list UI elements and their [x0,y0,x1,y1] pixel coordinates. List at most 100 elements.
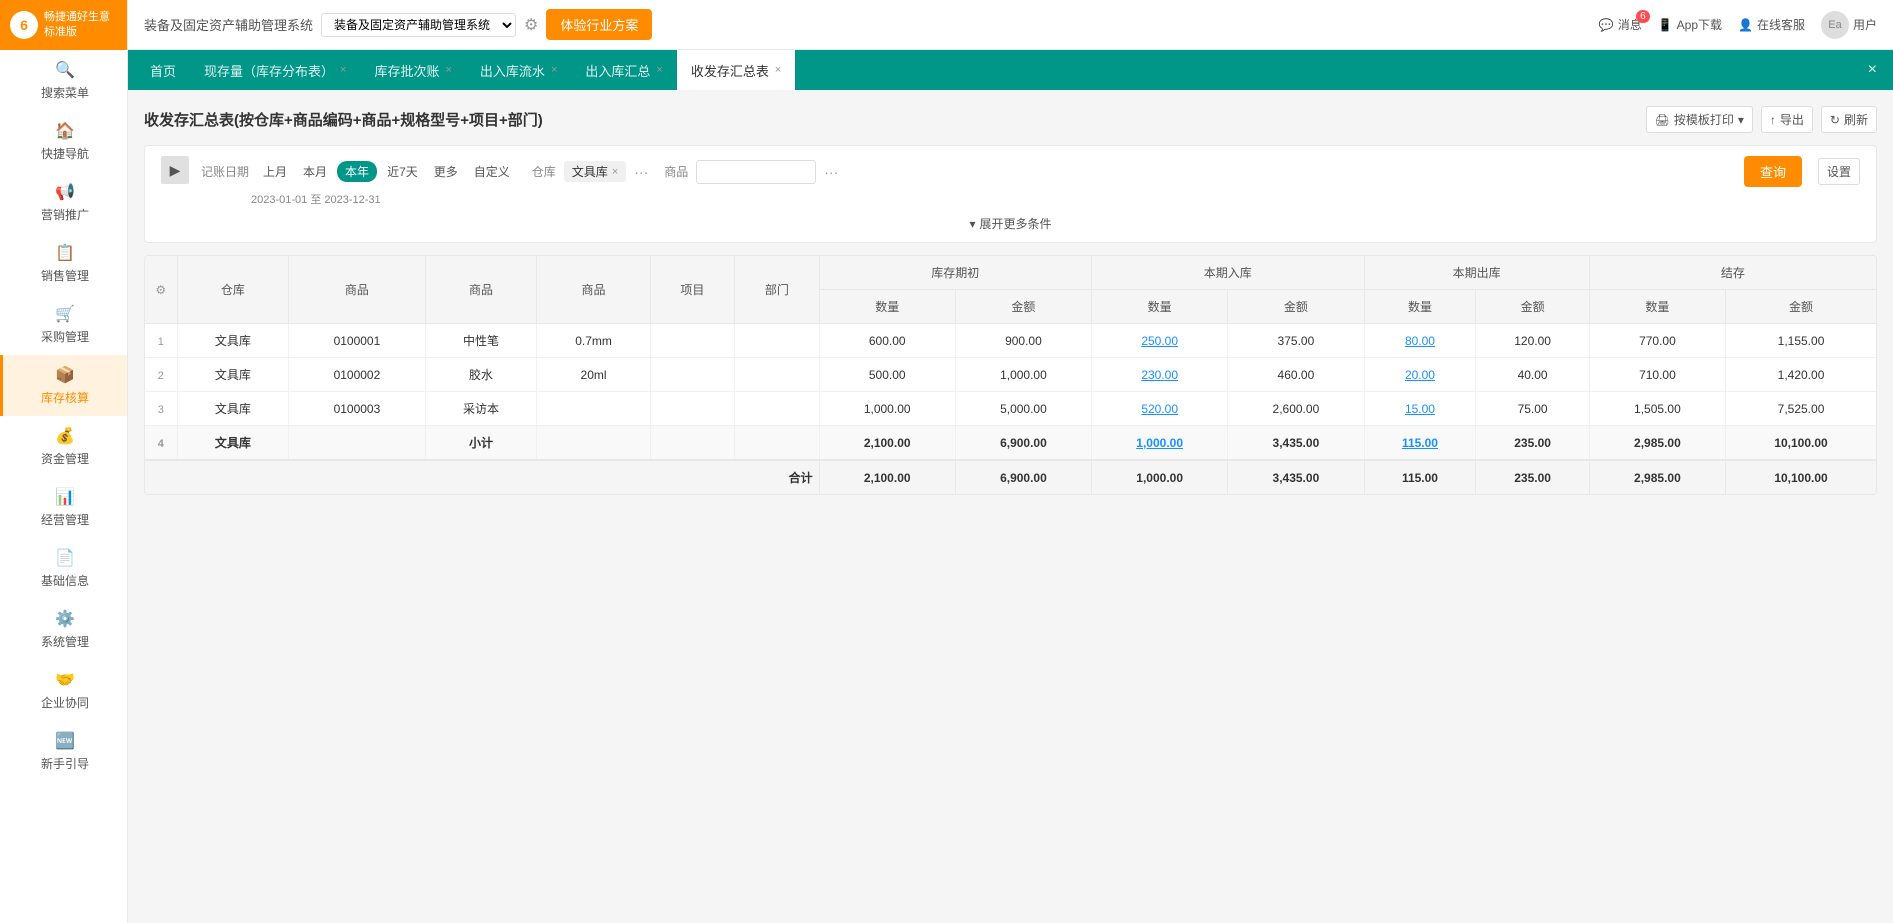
th-project: 项目 [650,256,734,324]
export-icon: ↑ [1770,113,1776,127]
td-out-amt: 120.00 [1476,324,1589,358]
sidebar-item-sales[interactable]: 📋 销售管理 [0,233,127,294]
filter-toggle-arrow[interactable]: ▶ [161,156,189,184]
footer-in-qty: 1,000.00 [1092,460,1228,494]
td-bal-amt: 10,100.00 [1726,426,1876,461]
tab-home[interactable]: 首页 [136,50,190,90]
tab-receive-send-summary[interactable]: 收发存汇总表 × [677,50,795,90]
td-project [650,324,734,358]
online-service-label: 在线客服 [1757,16,1805,33]
td-open-qty: 1,000.00 [819,392,955,426]
sidebar-item-quick-nav[interactable]: 🏠 快捷导航 [0,111,127,172]
td-bal-qty: 770.00 [1589,324,1725,358]
refresh-icon: ↻ [1830,113,1840,127]
warehouse-more-dots[interactable]: ··· [634,164,648,180]
page-actions: 🖨 按模板打印 ▾ ↑ 导出 ↻ 刷新 [1646,106,1877,133]
message-badge: 6 [1636,10,1650,23]
sidebar-item-marketing[interactable]: 📢营销推广 [0,172,127,233]
sidebar-item-guide[interactable]: 🆕新手引导 [0,721,127,782]
sidebar-item-search[interactable]: 🔍搜索菜单 [0,50,127,111]
goods-more-dots[interactable]: ··· [824,164,838,180]
tab-batch-ledger[interactable]: 库存批次账× [360,50,465,90]
sales-icon: 📋 [55,243,75,263]
expand-more-btn[interactable]: ▾ 展开更多条件 [969,215,1051,232]
out-qty-link-2[interactable]: 15.00 [1405,402,1435,416]
date-opt-more[interactable]: 更多 [428,161,464,182]
export-btn[interactable]: ↑ 导出 [1761,106,1813,133]
tabs-close-all[interactable]: × [1860,61,1885,79]
query-btn[interactable]: 查询 [1744,156,1802,187]
date-opt-prev-month[interactable]: 上月 [257,161,293,182]
sidebar-item-inventory[interactable]: 📦库存核算 [0,355,127,416]
th-open-qty: 数量 [819,290,955,324]
filter-bar: ▶ 记账日期 上月 本月 本年 近7天 更多 自定义 [144,145,1877,243]
out-qty-link-3[interactable]: 115.00 [1402,436,1438,450]
td-warehouse: 文具库 [177,358,289,392]
footer-in-amt: 3,435.00 [1228,460,1364,494]
sidebar-item-finance[interactable]: 💰资金管理 [0,416,127,477]
online-service-item[interactable]: 👤 在线客服 [1738,16,1805,33]
settings-btn-topbar[interactable]: ⚙ [524,15,538,35]
td-name: 小计 [425,426,537,461]
tab-close-in-out-flow[interactable]: × [551,64,557,76]
tab-label-home: 首页 [150,61,176,80]
date-filter-group: 记账日期 上月 本月 本年 近7天 更多 自定义 [201,161,516,182]
tab-bar: 首页现存量（库存分布表）×库存批次账×出入库流水×出入库汇总×收发存汇总表× × [128,50,1893,90]
footer-out-qty: 115.00 [1364,460,1476,494]
refresh-btn[interactable]: ↻ 刷新 [1821,106,1877,133]
system-select[interactable]: 装备及固定资产辅助管理系统 [321,13,516,37]
message-item[interactable]: 💬 消息 6 [1599,16,1642,33]
date-opt-cur-year[interactable]: 本年 [337,161,377,182]
in-qty-link-0[interactable]: 250.00 [1141,334,1178,348]
tab-close-inventory-dist[interactable]: × [340,64,346,76]
trial-btn[interactable]: 体验行业方案 [546,9,652,40]
th-out-stock: 本期出库 [1364,256,1589,290]
th-in-amt: 金额 [1228,290,1364,324]
sidebar-item-label-quick-nav: 快捷导航 [41,145,89,162]
table-header-row-1: ⚙ 仓库 商品 商品 商品 项目 部门 库存期初 本期入库 本期出库 结存 [145,256,1876,290]
td-spec [537,426,650,461]
table-row: 3 文具库 0100003 采访本 1,000.00 5,000.00 520.… [145,392,1876,426]
footer-open-amt: 6,900.00 [955,460,1091,494]
sidebar-item-enterprise[interactable]: 🤝企业协同 [0,660,127,721]
in-qty-link-3[interactable]: 1,000.00 [1136,436,1183,450]
tab-label-inventory-dist: 现存量（库存分布表） [204,61,334,80]
in-qty-link-1[interactable]: 230.00 [1141,368,1178,382]
td-open-qty: 2,100.00 [819,426,955,461]
app-download-item[interactable]: 📱 App下载 [1658,16,1722,33]
date-opt-7days[interactable]: 近7天 [381,161,424,182]
tab-label-in-out-summary: 出入库汇总 [585,61,650,80]
goods-filter-input[interactable] [696,160,816,184]
sidebar-item-label-operations: 经营管理 [41,511,89,528]
topbar-right: 💬 消息 6 📱 App下载 👤 在线客服 Ea 用户 [1599,11,1877,39]
date-opt-custom[interactable]: 自定义 [468,161,516,182]
th-settings: ⚙ [145,256,177,324]
quick-nav-icon: 🏠 [55,121,75,141]
sidebar-item-system[interactable]: ⚙️系统管理 [0,599,127,660]
sidebar-item-operations[interactable]: 📊经营管理 [0,477,127,538]
sidebar-item-label-system: 系统管理 [41,633,89,650]
date-opt-cur-month[interactable]: 本月 [297,161,333,182]
print-template-btn[interactable]: 🖨 按模板打印 ▾ [1646,106,1753,133]
user-item[interactable]: Ea 用户 [1821,11,1877,39]
column-settings-btn[interactable]: 设置 [1818,158,1860,185]
tab-label-receive-send-summary: 收发存汇总表 [691,61,769,80]
chevron-down-icon: ▾ [1738,113,1744,127]
sidebar-item-label-sales: 销售管理 [41,267,89,284]
out-qty-link-0[interactable]: 80.00 [1405,334,1435,348]
warehouse-tag-close[interactable]: × [612,166,618,178]
td-out-qty: 20.00 [1364,358,1476,392]
tab-inventory-dist[interactable]: 现存量（库存分布表） × [190,50,360,90]
finance-icon: 💰 [55,426,75,446]
sidebar-item-purchase[interactable]: 🛒采购管理 [0,294,127,355]
sidebar-item-basic-info[interactable]: 📄基础信息 [0,538,127,599]
td-open-qty: 600.00 [819,324,955,358]
in-qty-link-2[interactable]: 520.00 [1141,402,1178,416]
out-qty-link-1[interactable]: 20.00 [1405,368,1435,382]
tab-in-out-summary[interactable]: 出入库汇总 × [571,50,676,90]
tab-close-receive-send-summary[interactable]: × [775,64,781,76]
tab-close-batch-ledger[interactable]: × [445,64,451,76]
table-settings-icon[interactable]: ⚙ [155,283,166,297]
tab-in-out-flow[interactable]: 出入库流水× [466,50,571,90]
tab-close-in-out-summary[interactable]: × [656,64,662,76]
